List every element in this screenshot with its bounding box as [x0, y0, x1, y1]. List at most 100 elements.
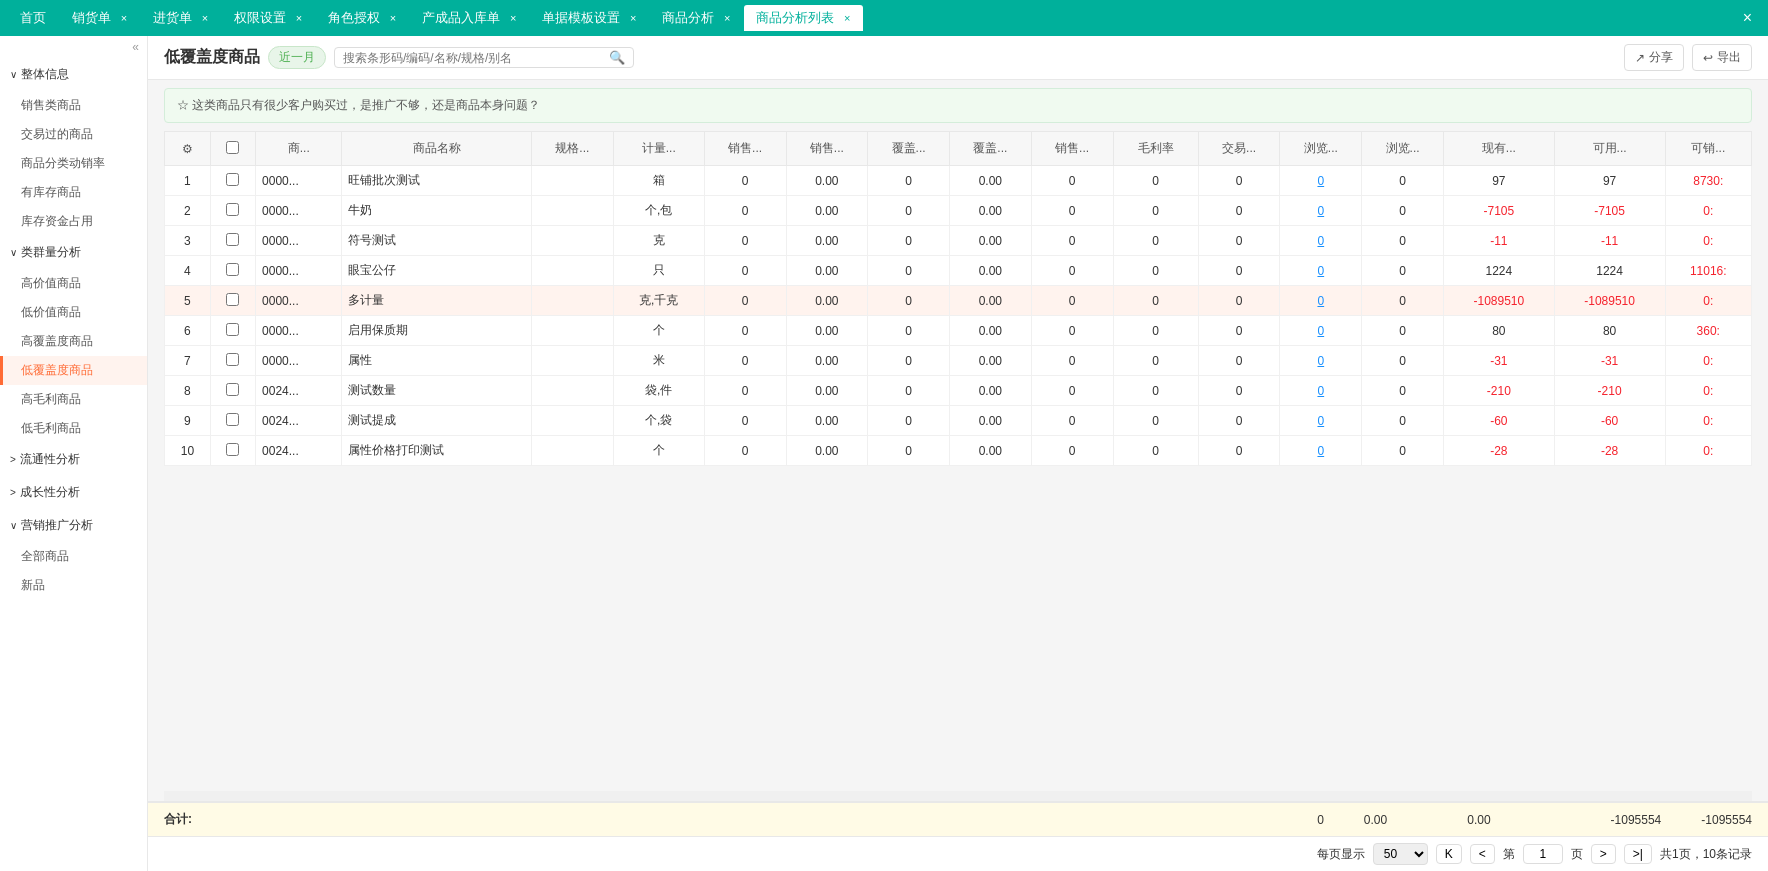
nav-item-permission[interactable]: 权限设置 × [222, 5, 314, 31]
col-coverage2[interactable]: 覆盖... [950, 132, 1032, 166]
time-filter-button[interactable]: 近一月 [268, 46, 326, 69]
sidebar-section-growth[interactable]: > 成长性分析 [0, 476, 147, 509]
col-coverage1[interactable]: 覆盖... [868, 132, 950, 166]
row-browse1[interactable]: 0 [1280, 286, 1362, 316]
col-sale-data[interactable]: 销售... [1031, 132, 1113, 166]
nav-item-role[interactable]: 角色授权 × [316, 5, 408, 31]
sidebar-item-low-coverage[interactable]: 低覆盖度商品 [0, 356, 147, 385]
row-checkbox[interactable] [210, 286, 255, 316]
sidebar-item-high-value[interactable]: 高价值商品 [0, 269, 147, 298]
row-browse1[interactable]: 0 [1280, 436, 1362, 466]
nav-item-sales[interactable]: 销货单 × [60, 5, 139, 31]
next-page-button[interactable]: > [1591, 844, 1616, 864]
row-checkbox[interactable] [210, 346, 255, 376]
nav-item-home[interactable]: 首页 [8, 5, 58, 31]
row-select-checkbox[interactable] [226, 293, 239, 306]
totals-label: 合计: [164, 811, 192, 828]
nav-item-analysis-list[interactable]: 商品分析列表 × [744, 5, 862, 31]
sidebar-section-flow[interactable]: > 流通性分析 [0, 443, 147, 476]
col-available[interactable]: 可用... [1554, 132, 1665, 166]
last-page-button[interactable]: >| [1624, 844, 1652, 864]
row-checkbox[interactable] [210, 166, 255, 196]
col-saleable[interactable]: 可销... [1665, 132, 1752, 166]
row-browse1[interactable]: 0 [1280, 406, 1362, 436]
page-number-input[interactable] [1523, 844, 1563, 864]
row-select-checkbox[interactable] [226, 323, 239, 336]
nav-close-template[interactable]: × [630, 12, 636, 24]
sidebar-item-inventory-capital[interactable]: 库存资金占用 [0, 207, 147, 236]
row-checkbox[interactable] [210, 436, 255, 466]
row-available: -210 [1554, 376, 1665, 406]
col-code[interactable]: 商... [256, 132, 342, 166]
nav-close-permission[interactable]: × [296, 12, 302, 24]
nav-item-template[interactable]: 单据模板设置 × [530, 5, 648, 31]
col-browse2[interactable]: 浏览... [1362, 132, 1444, 166]
nav-item-purchase[interactable]: 进货单 × [141, 5, 220, 31]
nav-item-analysis[interactable]: 商品分析 × [650, 5, 742, 31]
nav-item-production[interactable]: 产成品入库单 × [410, 5, 528, 31]
col-sale-qty[interactable]: 销售... [704, 132, 786, 166]
sidebar-item-high-coverage[interactable]: 高覆盖度商品 [0, 327, 147, 356]
first-page-button[interactable]: K [1436, 844, 1462, 864]
nav-close-analysis[interactable]: × [724, 12, 730, 24]
sidebar-item-low-value[interactable]: 低价值商品 [0, 298, 147, 327]
sidebar-item-stocked-goods[interactable]: 有库存商品 [0, 178, 147, 207]
row-checkbox[interactable] [210, 196, 255, 226]
row-checkbox[interactable] [210, 316, 255, 346]
sidebar-collapse-button[interactable]: « [0, 36, 147, 58]
table-container[interactable]: ⚙ 商... 商品名称 规格... 计量... 销售... 销售... 覆盖..… [164, 131, 1752, 791]
row-select-checkbox[interactable] [226, 233, 239, 246]
col-unit[interactable]: 计量... [613, 132, 704, 166]
sidebar-item-high-profit[interactable]: 高毛利商品 [0, 385, 147, 414]
col-transaction[interactable]: 交易... [1198, 132, 1280, 166]
page-size-select[interactable]: 50 100 200 [1373, 843, 1428, 865]
row-select-checkbox[interactable] [226, 173, 239, 186]
row-select-checkbox[interactable] [226, 263, 239, 276]
nav-close-production[interactable]: × [510, 12, 516, 24]
col-checkbox[interactable] [210, 132, 255, 166]
col-browse1[interactable]: 浏览... [1280, 132, 1362, 166]
row-select-checkbox[interactable] [226, 203, 239, 216]
row-checkbox[interactable] [210, 226, 255, 256]
row-browse1[interactable]: 0 [1280, 256, 1362, 286]
sidebar-item-category-rate[interactable]: 商品分类动销率 [0, 149, 147, 178]
sidebar-item-traded-goods[interactable]: 交易过的商品 [0, 120, 147, 149]
nav-close-analysis-list[interactable]: × [844, 12, 850, 24]
search-input[interactable] [343, 51, 609, 65]
row-browse1[interactable]: 0 [1280, 226, 1362, 256]
col-spec[interactable]: 规格... [531, 132, 613, 166]
export-button[interactable]: ↩ 导出 [1692, 44, 1752, 71]
close-all-button[interactable]: × [1735, 7, 1760, 29]
sidebar-section-overall[interactable]: ∨ 整体信息 [0, 58, 147, 91]
row-browse1[interactable]: 0 [1280, 346, 1362, 376]
nav-close-purchase[interactable]: × [202, 12, 208, 24]
row-checkbox[interactable] [210, 376, 255, 406]
row-select-checkbox[interactable] [226, 413, 239, 426]
row-checkbox[interactable] [210, 256, 255, 286]
row-browse1[interactable]: 0 [1280, 166, 1362, 196]
col-settings[interactable]: ⚙ [165, 132, 211, 166]
row-browse1[interactable]: 0 [1280, 376, 1362, 406]
row-select-checkbox[interactable] [226, 353, 239, 366]
sidebar-item-sales-goods[interactable]: 销售类商品 [0, 91, 147, 120]
sidebar-item-all-goods[interactable]: 全部商品 [0, 542, 147, 571]
nav-close-sales[interactable]: × [121, 12, 127, 24]
sidebar-item-low-profit[interactable]: 低毛利商品 [0, 414, 147, 443]
col-name[interactable]: 商品名称 [342, 132, 532, 166]
col-gross-rate[interactable]: 毛利率 [1113, 132, 1198, 166]
sidebar-section-marketing[interactable]: ∨ 营销推广分析 [0, 509, 147, 542]
nav-close-role[interactable]: × [390, 12, 396, 24]
row-checkbox[interactable] [210, 406, 255, 436]
row-select-checkbox[interactable] [226, 443, 239, 456]
sidebar-item-new-goods[interactable]: 新品 [0, 571, 147, 600]
share-button[interactable]: ↗ 分享 [1624, 44, 1684, 71]
sidebar-section-cluster[interactable]: ∨ 类群量分析 [0, 236, 147, 269]
row-browse1[interactable]: 0 [1280, 196, 1362, 226]
col-current[interactable]: 现有... [1443, 132, 1554, 166]
col-sale-amount[interactable]: 销售... [786, 132, 868, 166]
select-all-checkbox[interactable] [226, 141, 239, 154]
row-select-checkbox[interactable] [226, 383, 239, 396]
prev-page-button[interactable]: < [1470, 844, 1495, 864]
scrollbar[interactable] [164, 791, 1752, 801]
row-browse1[interactable]: 0 [1280, 316, 1362, 346]
